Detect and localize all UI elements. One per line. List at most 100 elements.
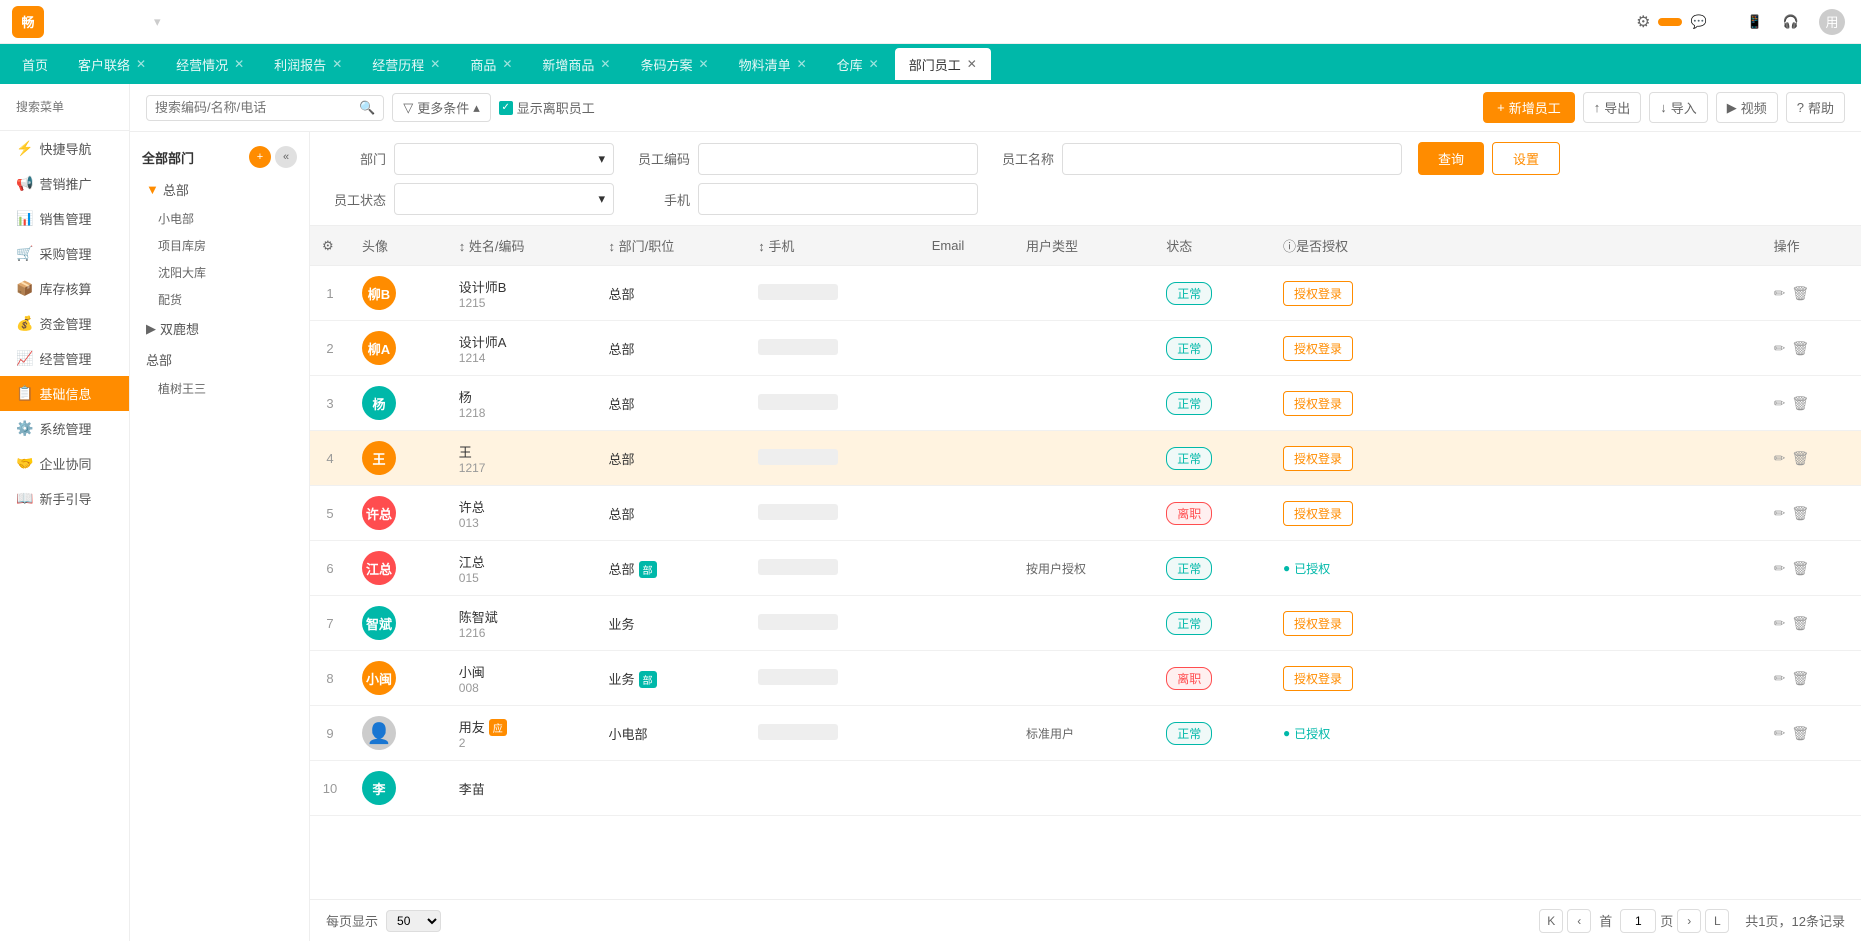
prev-page-button[interactable]: ‹ xyxy=(1567,909,1591,933)
export-button[interactable]: ↑ 导出 xyxy=(1583,92,1642,123)
auth-button[interactable]: 授权登录 xyxy=(1283,501,1353,526)
collapse-tree-button[interactable]: « xyxy=(275,146,297,168)
dept-item-shuanglu[interactable]: ▶ 双鹿想 xyxy=(130,313,309,344)
emp-status-select[interactable]: ▾ xyxy=(394,183,614,215)
auth-button[interactable]: 授权登录 xyxy=(1283,336,1353,361)
delete-button[interactable]: 🗑 xyxy=(1791,615,1809,632)
dept-item-xiaodian[interactable]: 小电部 xyxy=(130,205,309,232)
gear-icon[interactable]: ⚙ xyxy=(1636,12,1650,32)
dept-item-shenyang[interactable]: 沈阳大库 xyxy=(130,259,309,286)
sidebar-item-sales[interactable]: 📊 销售管理 xyxy=(0,201,129,236)
tab-employees[interactable]: 部门员工✕ xyxy=(895,48,991,80)
tab-close-icon[interactable]: ✕ xyxy=(699,57,709,71)
sidebar-search-input[interactable] xyxy=(8,92,130,122)
edit-button[interactable]: ✏ xyxy=(1774,615,1786,632)
tab-close-icon[interactable]: ✕ xyxy=(502,57,512,71)
experience-button[interactable] xyxy=(1658,18,1682,26)
first-page-button[interactable]: K xyxy=(1539,909,1563,933)
delete-button[interactable]: 🗑 xyxy=(1791,505,1809,522)
per-page-select[interactable]: 50 100 xyxy=(386,910,441,932)
import-button[interactable]: ↓ 导入 xyxy=(1649,92,1708,123)
sidebar-item-finance[interactable]: 💰 资金管理 xyxy=(0,306,129,341)
sidebar-item-system[interactable]: ⚙️ 系统管理 xyxy=(0,411,129,446)
col-dept[interactable]: ↕ 部门/职位 xyxy=(596,226,746,266)
tab-profit[interactable]: 利润报告✕ xyxy=(260,48,356,80)
delete-button[interactable]: 🗑 xyxy=(1791,560,1809,577)
auth-button[interactable]: 授权登录 xyxy=(1283,611,1353,636)
auth-button[interactable]: 授权登录 xyxy=(1283,391,1353,416)
search-input[interactable] xyxy=(155,100,355,115)
delete-button[interactable]: 🗑 xyxy=(1791,340,1809,357)
dropdown-arrow-icon[interactable]: ▾ xyxy=(154,14,161,30)
delete-button[interactable]: 🗑 xyxy=(1791,285,1809,302)
tab-home[interactable]: 首页 xyxy=(8,48,62,80)
sidebar-item-inventory[interactable]: 📦 库存核算 xyxy=(0,271,129,306)
auth-button[interactable]: 授权登录 xyxy=(1283,446,1353,471)
edit-button[interactable]: ✏ xyxy=(1774,395,1786,412)
tab-warehouse[interactable]: 仓库✕ xyxy=(823,48,893,80)
messages-button[interactable]: 💬 xyxy=(1690,14,1730,30)
delete-button[interactable]: 🗑 xyxy=(1791,670,1809,687)
dept-item-peihuo[interactable]: 配货 xyxy=(130,286,309,313)
edit-button[interactable]: ✏ xyxy=(1774,725,1786,742)
last-page-button[interactable]: L xyxy=(1705,909,1729,933)
edit-button[interactable]: ✏ xyxy=(1774,560,1786,577)
delete-button[interactable]: 🗑 xyxy=(1791,725,1809,742)
settings-icon[interactable]: ⚙ xyxy=(322,238,334,253)
auth-button[interactable]: 授权登录 xyxy=(1283,281,1353,306)
online-support-button[interactable]: 🎧 xyxy=(1783,14,1803,30)
help-button[interactable]: ? 帮助 xyxy=(1786,92,1845,123)
tab-close-icon[interactable]: ✕ xyxy=(430,57,440,71)
emp-name-input[interactable] xyxy=(1062,143,1402,175)
sidebar-item-shortcut[interactable]: ⚡ 快捷导航 xyxy=(0,131,129,166)
view-button[interactable]: ▶ 视频 xyxy=(1716,92,1778,123)
tab-close-icon[interactable]: ✕ xyxy=(967,57,977,71)
auth-button[interactable]: 授权登录 xyxy=(1283,666,1353,691)
tab-bom[interactable]: 物料清单✕ xyxy=(725,48,821,80)
tab-goods[interactable]: 商品✕ xyxy=(456,48,526,80)
user-menu[interactable]: 用 xyxy=(1819,9,1849,35)
tab-close-icon[interactable]: ✕ xyxy=(600,57,610,71)
edit-button[interactable]: ✏ xyxy=(1774,285,1786,302)
col-name[interactable]: ↕ 姓名/编码 xyxy=(447,226,597,266)
page-number-input[interactable] xyxy=(1620,909,1656,933)
tab-close-icon[interactable]: ✕ xyxy=(136,57,146,71)
sidebar-item-collab[interactable]: 🤝 企业协同 xyxy=(0,446,129,481)
sidebar-item-purchase[interactable]: 🛒 采购管理 xyxy=(0,236,129,271)
dept-item-xiangmu[interactable]: 项目库房 xyxy=(130,232,309,259)
set-button[interactable]: 设置 xyxy=(1492,142,1560,175)
add-employee-button[interactable]: + 新增员工 xyxy=(1483,92,1575,123)
edit-button[interactable]: ✏ xyxy=(1774,340,1786,357)
dept-item-zongbu[interactable]: 总部 xyxy=(130,344,309,375)
tab-close-icon[interactable]: ✕ xyxy=(234,57,244,71)
more-filter-button[interactable]: ▽ 更多条件 ▴ xyxy=(392,93,491,122)
edit-button[interactable]: ✏ xyxy=(1774,505,1786,522)
tab-barcode[interactable]: 条码方案✕ xyxy=(626,48,722,80)
emp-code-input[interactable] xyxy=(698,143,978,175)
tab-operation[interactable]: 经营情况✕ xyxy=(162,48,258,80)
sidebar-item-operation[interactable]: 📈 经营管理 xyxy=(0,341,129,376)
col-setting[interactable]: ⚙ xyxy=(310,226,350,266)
tab-close-icon[interactable]: ✕ xyxy=(797,57,807,71)
tab-customer[interactable]: 客户联络✕ xyxy=(64,48,160,80)
query-button[interactable]: 查询 xyxy=(1418,142,1484,175)
phone-input[interactable] xyxy=(698,183,978,215)
tab-add-goods[interactable]: 新增商品✕ xyxy=(528,48,624,80)
dept-item-zongbu-parent[interactable]: ▼ 总部 xyxy=(130,174,309,205)
dept-filter-select[interactable]: ▾ xyxy=(394,143,614,175)
tab-close-icon[interactable]: ✕ xyxy=(869,57,879,71)
col-phone[interactable]: ↕ 手机 xyxy=(746,226,920,266)
show-resigned-toggle[interactable]: ✓ 显示离职员工 xyxy=(499,98,595,117)
next-page-button[interactable]: › xyxy=(1677,909,1701,933)
dept-item-zhishu[interactable]: 植树王三 xyxy=(130,375,309,402)
sidebar-item-basic[interactable]: 📋 基础信息 xyxy=(0,376,129,411)
edit-button[interactable]: ✏ xyxy=(1774,450,1786,467)
edit-button[interactable]: ✏ xyxy=(1774,670,1786,687)
delete-button[interactable]: 🗑 xyxy=(1791,450,1809,467)
search-submit-icon[interactable]: 🔍 xyxy=(359,100,375,116)
sidebar-item-guide[interactable]: 📖 新手引导 xyxy=(0,481,129,516)
delete-button[interactable]: 🗑 xyxy=(1791,395,1809,412)
sidebar-item-marketing[interactable]: 📢 营销推广 xyxy=(0,166,129,201)
add-dept-button[interactable]: + xyxy=(249,146,271,168)
tab-close-icon[interactable]: ✕ xyxy=(332,57,342,71)
